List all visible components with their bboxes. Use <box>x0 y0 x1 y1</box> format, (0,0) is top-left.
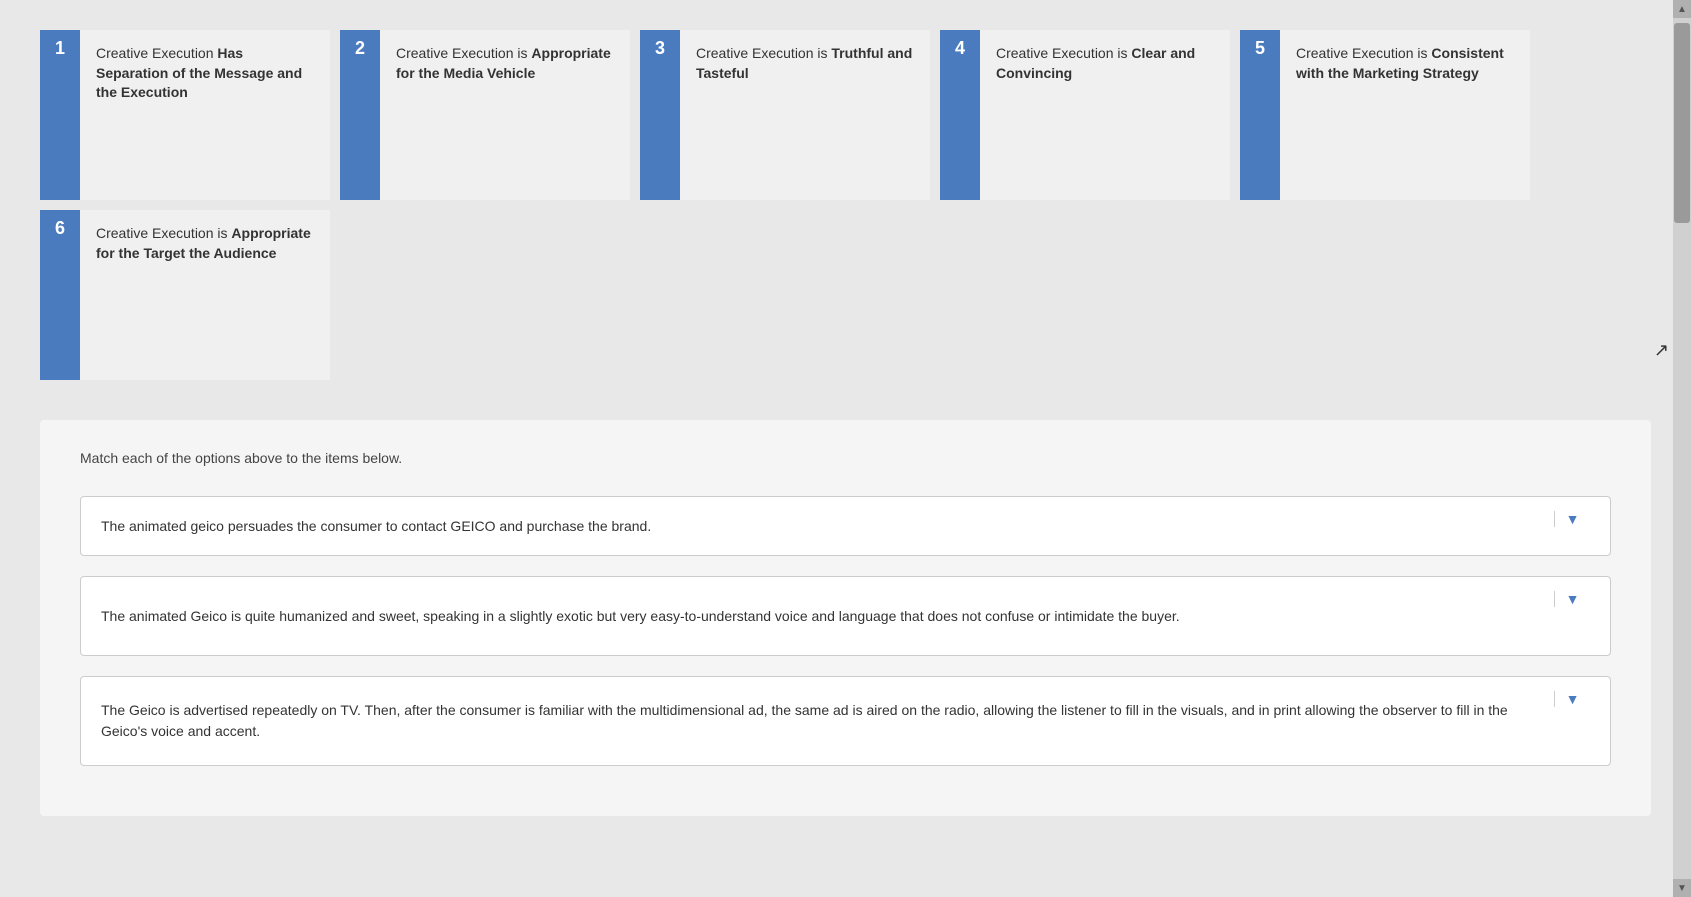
card-1-body: Creative Execution Has Separation of the… <box>80 30 330 200</box>
cards-row-2: 6 Creative Execution is Appropriate for … <box>40 210 1651 390</box>
dropdown-item-3[interactable]: The Geico is advertised repeatedly on TV… <box>80 676 1611 766</box>
card-2-body: Creative Execution is Appropriate for th… <box>380 30 630 200</box>
card-3-body: Creative Execution is Truthful and Taste… <box>680 30 930 200</box>
card-4-number: 4 <box>955 38 965 59</box>
card-3-text-normal: Creative Execution is <box>696 45 831 61</box>
chevron-down-icon-3: ▼ <box>1566 691 1580 707</box>
card-3-bar: 3 <box>640 30 680 200</box>
cards-row-1: 1 Creative Execution Has Separation of t… <box>40 30 1651 210</box>
main-container: 1 Creative Execution Has Separation of t… <box>0 0 1691 846</box>
card-6: 6 Creative Execution is Appropriate for … <box>40 210 330 380</box>
card-4-text-normal: Creative Execution is <box>996 45 1131 61</box>
card-1: 1 Creative Execution Has Separation of t… <box>40 30 330 200</box>
card-2-bar: 2 <box>340 30 380 200</box>
card-4-bar: 4 <box>940 30 980 200</box>
match-section: Match each of the options above to the i… <box>40 420 1651 816</box>
card-1-number: 1 <box>55 38 65 59</box>
card-2: 2 Creative Execution is Appropriate for … <box>340 30 630 200</box>
card-3-number: 3 <box>655 38 665 59</box>
card-5-body: Creative Execution is Consistent with th… <box>1280 30 1530 200</box>
card-5-text-normal: Creative Execution is <box>1296 45 1431 61</box>
dropdown-text-2: The animated Geico is quite humanized an… <box>101 606 1544 627</box>
card-5-bar: 5 <box>1240 30 1280 200</box>
card-3: 3 Creative Execution is Truthful and Tas… <box>640 30 930 200</box>
card-5-number: 5 <box>1255 38 1265 59</box>
card-5: 5 Creative Execution is Consistent with … <box>1240 30 1530 200</box>
dropdown-text-1: The animated geico persuades the consume… <box>101 516 1544 537</box>
card-6-bar: 6 <box>40 210 80 380</box>
scrollbar-track: ▲ ▼ <box>1673 0 1691 897</box>
card-2-number: 2 <box>355 38 365 59</box>
card-6-text-normal: Creative Execution is <box>96 225 231 241</box>
dropdown-item-1[interactable]: The animated geico persuades the consume… <box>80 496 1611 556</box>
card-1-text-normal: Creative Execution <box>96 45 217 61</box>
dropdown-text-3: The Geico is advertised repeatedly on TV… <box>101 700 1544 742</box>
card-6-number: 6 <box>55 218 65 239</box>
match-instruction: Match each of the options above to the i… <box>80 450 1611 466</box>
card-1-bar: 1 <box>40 30 80 200</box>
scrollbar-down-button[interactable]: ▼ <box>1673 879 1691 897</box>
dropdown-arrow-3[interactable]: ▼ <box>1554 691 1590 707</box>
dropdown-item-2[interactable]: The animated Geico is quite humanized an… <box>80 576 1611 656</box>
card-6-body: Creative Execution is Appropriate for th… <box>80 210 330 380</box>
scrollbar-thumb[interactable] <box>1674 23 1690 223</box>
scrollbar-up-button[interactable]: ▲ <box>1673 0 1691 18</box>
dropdown-arrow-1[interactable]: ▼ <box>1554 511 1590 527</box>
chevron-down-icon-2: ▼ <box>1566 591 1580 607</box>
card-4-body: Creative Execution is Clear and Convinci… <box>980 30 1230 200</box>
card-4: 4 Creative Execution is Clear and Convin… <box>940 30 1230 200</box>
chevron-down-icon-1: ▼ <box>1566 511 1580 527</box>
card-2-text-normal: Creative Execution is <box>396 45 531 61</box>
dropdown-arrow-2[interactable]: ▼ <box>1554 591 1590 607</box>
